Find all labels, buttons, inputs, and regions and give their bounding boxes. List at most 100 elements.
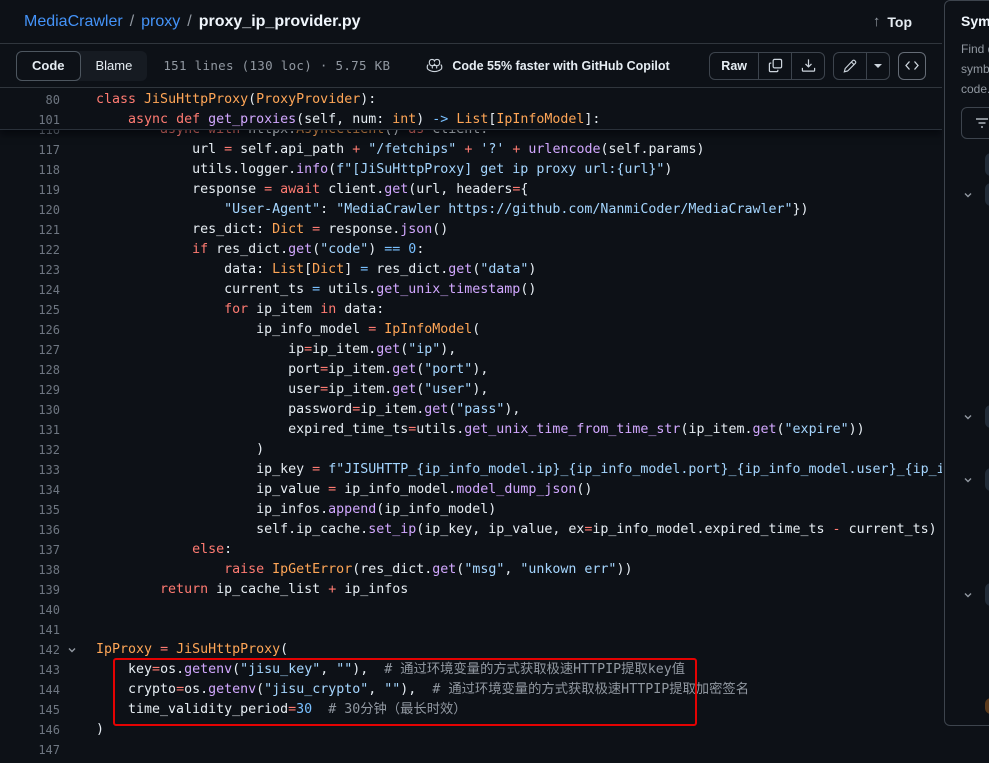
code-line-137: 137 else: [0,540,942,560]
code-text: raise IpGetError(res_dict.get("msg", "un… [96,560,632,580]
line-number[interactable]: 143 [0,660,60,680]
code-line-146: 146) [0,720,942,740]
line-number[interactable]: 126 [0,320,60,340]
code-text: "User-Agent": "MediaCrawler https://gith… [96,200,809,220]
code-text: data: List[Dict] = res_dict.get("data") [96,260,536,280]
code-line-127: 127 ip=ip_item.get("ip"), [0,340,942,360]
line-number[interactable]: 121 [0,220,60,240]
line-number[interactable]: 123 [0,260,60,280]
copy-button[interactable] [758,53,791,79]
symbols-panel: Symbols Find definitions and references … [944,0,989,726]
code-text: user=ip_item.get("user"), [96,380,488,400]
line-number[interactable]: 131 [0,420,60,440]
line-number[interactable]: 119 [0,180,60,200]
fold-chevron-icon[interactable] [66,644,78,656]
symbol-item-placeholder[interactable] [985,583,989,606]
edit-dropdown-button[interactable] [866,53,889,79]
line-number[interactable]: 128 [0,360,60,380]
code-text: else: [96,540,232,560]
line-number[interactable]: 145 [0,700,60,720]
chevron-down-icon[interactable] [962,474,974,486]
line-number[interactable]: 80 [0,90,60,110]
copilot-icon [426,57,443,74]
line-number[interactable]: 132 [0,440,60,460]
code-line-135: 135 ip_infos.append(ip_info_model) [0,500,942,520]
line-number[interactable]: 101 [0,110,60,130]
line-number[interactable]: 140 [0,600,60,620]
code-line-122: 122 if res_dict.get("code") == 0: [0,240,942,260]
code-text: password=ip_item.get("pass"), [96,400,520,420]
line-number[interactable]: 136 [0,520,60,540]
code-text: for ip_item in data: [96,300,384,320]
file-toolbar: Code Blame 151 lines (130 loc) · 5.75 KB… [0,44,942,88]
main-content: MediaCrawler / proxy / proxy_ip_provider… [0,0,942,763]
breadcrumb-repo-link[interactable]: MediaCrawler [24,13,123,31]
code-line-125: 125 for ip_item in data: [0,300,942,320]
edit-button[interactable] [834,53,866,79]
line-number[interactable]: 134 [0,480,60,500]
code-line-119: 119 response = await client.get(url, hea… [0,180,942,200]
line-number[interactable]: 144 [0,680,60,700]
line-number[interactable]: 147 [0,740,60,760]
line-number[interactable]: 129 [0,380,60,400]
copilot-banner[interactable]: Code 55% faster with GitHub Copilot [426,57,669,74]
symbol-item-placeholder[interactable] [985,468,989,491]
code-line-143: 143 key=os.getenv("jisu_key", ""), # 通过环… [0,660,942,680]
line-number[interactable]: 127 [0,340,60,360]
symbol-item-placeholder[interactable] [985,183,989,206]
line-number[interactable]: 142 [0,640,60,660]
copy-icon [768,58,783,73]
line-number[interactable]: 137 [0,540,60,560]
code-line-121: 121 res_dict: Dict = response.json() [0,220,942,240]
symbol-item-placeholder[interactable] [985,153,989,176]
symbols-panel-toggle[interactable] [898,52,926,80]
code-line-136: 136 self.ip_cache.set_ip(ip_key, ip_valu… [0,520,942,540]
line-number[interactable]: 130 [0,400,60,420]
raw-button[interactable]: Raw [710,53,758,79]
code-line-144: 144 crypto=os.getenv("jisu_crypto", ""),… [0,680,942,700]
copilot-banner-text: Code 55% faster with GitHub Copilot [452,59,669,73]
code-line-140: 140 [0,600,942,620]
code-line-142: 142IpProxy = JiSuHttpProxy( [0,640,942,660]
github-file-view: { "breadcrumb": { "repo": "MediaCrawler"… [0,0,989,763]
code-text: ip_key = f"JISUHTTP_{ip_info_model.ip}_{… [96,460,942,480]
back-to-top-button[interactable]: ↑ Top [873,13,912,30]
code-text: utils.logger.info(f"[JiSuHttpProxy] get … [96,160,672,180]
symbol-item-placeholder-highlighted[interactable] [985,698,989,714]
toolbar-right-controls: Raw [709,52,926,80]
line-number[interactable]: 124 [0,280,60,300]
code-line-117: 117 url = self.api_path + "/fetchips" + … [0,140,942,160]
code-text: expired_time_ts=utils.get_unix_time_from… [96,420,865,440]
code-text: response = await client.get(url, headers… [96,180,528,200]
tab-code[interactable]: Code [16,51,81,81]
tab-blame[interactable]: Blame [81,51,148,81]
line-number[interactable]: 141 [0,620,60,640]
code-line-123: 123 data: List[Dict] = res_dict.get("dat… [0,260,942,280]
download-icon [801,58,816,73]
arrow-up-icon: ↑ [873,13,881,30]
line-number[interactable]: 146 [0,720,60,740]
chevron-down-icon[interactable] [962,589,974,601]
download-button[interactable] [791,53,824,79]
chevron-down-icon [873,63,883,69]
code-text: crypto=os.getenv("jisu_crypto", ""), # 通… [96,680,749,700]
symbols-tree [945,1,989,725]
line-number[interactable]: 120 [0,200,60,220]
line-number[interactable]: 118 [0,160,60,180]
edit-group [833,52,890,80]
line-number[interactable]: 139 [0,580,60,600]
code-line-80: 80class JiSuHttpProxy(ProxyProvider): [0,90,942,110]
breadcrumb-folder-link[interactable]: proxy [141,13,180,31]
chevron-down-icon[interactable] [962,411,974,423]
code-text: return ip_cache_list + ip_infos [96,580,408,600]
symbol-item-placeholder[interactable] [985,405,989,428]
line-number[interactable]: 117 [0,140,60,160]
line-number[interactable]: 122 [0,240,60,260]
code-symbols-icon [905,60,919,71]
chevron-down-icon[interactable] [962,189,974,201]
line-number[interactable]: 135 [0,500,60,520]
line-number[interactable]: 138 [0,560,60,580]
line-number[interactable]: 125 [0,300,60,320]
code-text: url = self.api_path + "/fetchips" + '?' … [96,140,705,160]
line-number[interactable]: 133 [0,460,60,480]
